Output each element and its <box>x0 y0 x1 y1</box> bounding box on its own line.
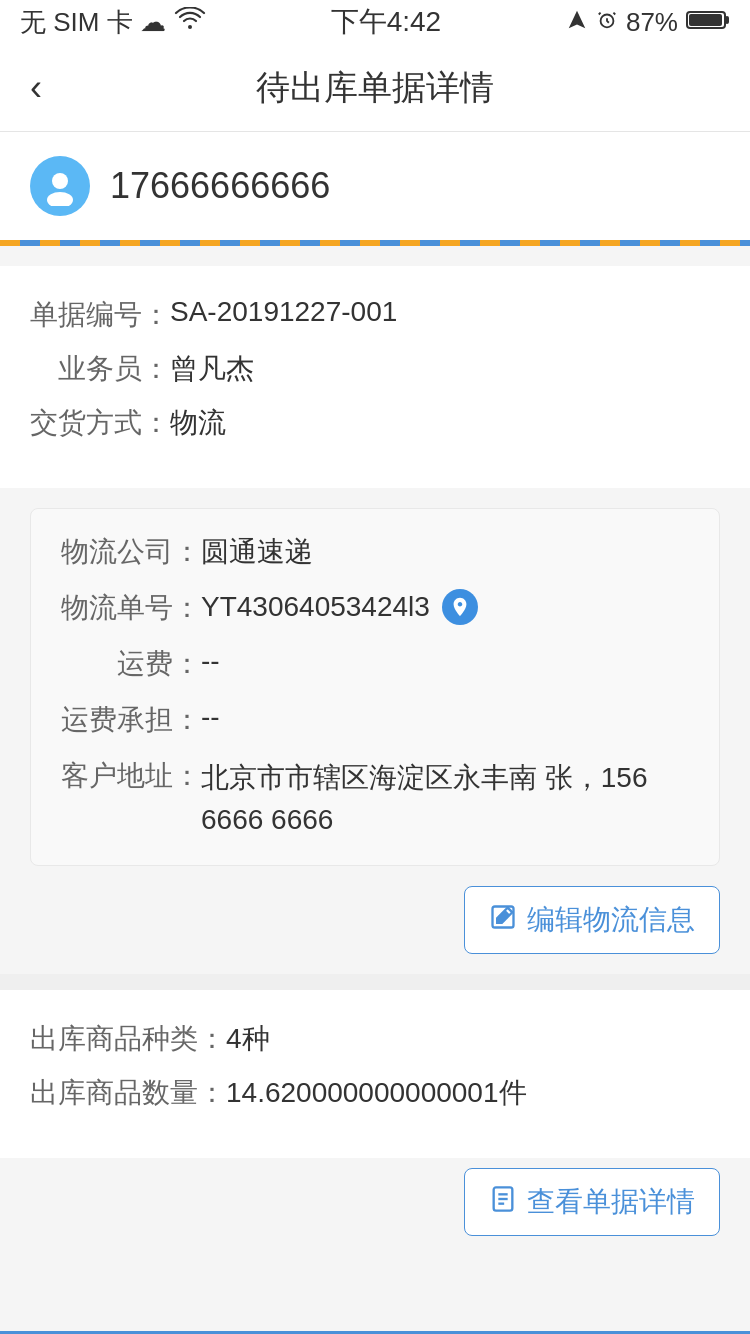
logistics-section: 物流公司： 圆通速递 物流单号： YT43064053424l3 运费： -- … <box>30 508 720 866</box>
goods-quantity-label: 出库商品数量： <box>30 1074 226 1112</box>
page-title: 待出库单据详情 <box>256 65 494 111</box>
section-divider <box>0 974 750 990</box>
svg-point-4 <box>52 173 68 189</box>
doc-icon <box>489 1185 517 1220</box>
view-detail-button[interactable]: 查看单据详情 <box>464 1168 720 1236</box>
address-row: 客户地址： 北京市市辖区海淀区永丰南 张，156 6666 6666 <box>61 757 689 841</box>
back-button[interactable]: ‹ <box>30 67 42 109</box>
spacer <box>0 1256 750 1334</box>
battery-icon <box>686 7 730 38</box>
logistics-company-row: 物流公司： 圆通速递 <box>61 533 689 571</box>
battery-level: 87% <box>626 7 678 38</box>
dashed-divider <box>0 240 750 246</box>
goods-quantity-value: 14.620000000000001件 <box>226 1074 527 1112</box>
order-no-row: 单据编号： SA-20191227-001 <box>30 296 720 334</box>
goods-section: 出库商品种类： 4种 出库商品数量： 14.620000000000001件 <box>0 990 750 1158</box>
customer-section: 17666666666 <box>0 132 750 240</box>
salesman-label: 业务员： <box>30 350 170 388</box>
status-time: 下午4:42 <box>331 3 442 41</box>
wifi-icon <box>174 7 206 38</box>
nav-bar: ‹ 待出库单据详情 <box>0 44 750 132</box>
address-value: 北京市市辖区海淀区永丰南 张，156 6666 6666 <box>201 757 689 841</box>
svg-point-5 <box>47 192 73 206</box>
salesman-row: 业务员： 曾凡杰 <box>30 350 720 388</box>
avatar <box>30 156 90 216</box>
freight-bearer-row: 运费承担： -- <box>61 701 689 739</box>
logistics-company-label: 物流公司： <box>61 533 201 571</box>
delivery-value: 物流 <box>170 404 720 442</box>
alarm-icon <box>596 7 618 38</box>
edit-logistics-button[interactable]: 编辑物流信息 <box>464 886 720 954</box>
logistics-tracking-label: 物流单号： <box>61 589 201 627</box>
goods-quantity-row: 出库商品数量： 14.620000000000001件 <box>30 1074 720 1112</box>
svg-rect-2 <box>689 14 722 26</box>
view-btn-container: 查看单据详情 <box>0 1158 750 1256</box>
freight-bearer-label: 运费承担： <box>61 701 201 739</box>
order-no-label: 单据编号： <box>30 296 170 334</box>
freight-row: 运费： -- <box>61 645 689 683</box>
edit-icon <box>489 903 517 938</box>
tracking-location-icon[interactable] <box>442 589 478 625</box>
sim-status: 无 SIM 卡 ☁ <box>20 5 166 40</box>
logistics-tracking-no: YT43064053424l3 <box>201 591 430 623</box>
order-no-value: SA-20191227-001 <box>170 296 720 328</box>
freight-label: 运费： <box>61 645 201 683</box>
logistics-company-value: 圆通速递 <box>201 533 689 571</box>
status-right: 87% <box>566 7 730 38</box>
freight-bearer-value: -- <box>201 701 689 733</box>
goods-types-value: 4种 <box>226 1020 270 1058</box>
delivery-row: 交货方式： 物流 <box>30 404 720 442</box>
view-detail-label: 查看单据详情 <box>527 1183 695 1221</box>
edit-logistics-label: 编辑物流信息 <box>527 901 695 939</box>
logistics-tracking-value-container: YT43064053424l3 <box>201 589 689 625</box>
edit-btn-container: 编辑物流信息 <box>0 886 750 974</box>
delivery-label: 交货方式： <box>30 404 170 442</box>
address-label: 客户地址： <box>61 757 201 795</box>
status-bar: 无 SIM 卡 ☁ 下午4:42 87% <box>0 0 750 44</box>
goods-types-row: 出库商品种类： 4种 <box>30 1020 720 1058</box>
goods-types-label: 出库商品种类： <box>30 1020 226 1058</box>
salesman-value: 曾凡杰 <box>170 350 720 388</box>
order-info-section: 单据编号： SA-20191227-001 业务员： 曾凡杰 交货方式： 物流 <box>0 266 750 488</box>
svg-rect-3 <box>725 16 729 24</box>
status-left: 无 SIM 卡 ☁ <box>20 5 206 40</box>
freight-value: -- <box>201 645 689 677</box>
customer-phone: 17666666666 <box>110 165 330 207</box>
logistics-tracking-row: 物流单号： YT43064053424l3 <box>61 589 689 627</box>
location-active-icon <box>566 7 588 38</box>
